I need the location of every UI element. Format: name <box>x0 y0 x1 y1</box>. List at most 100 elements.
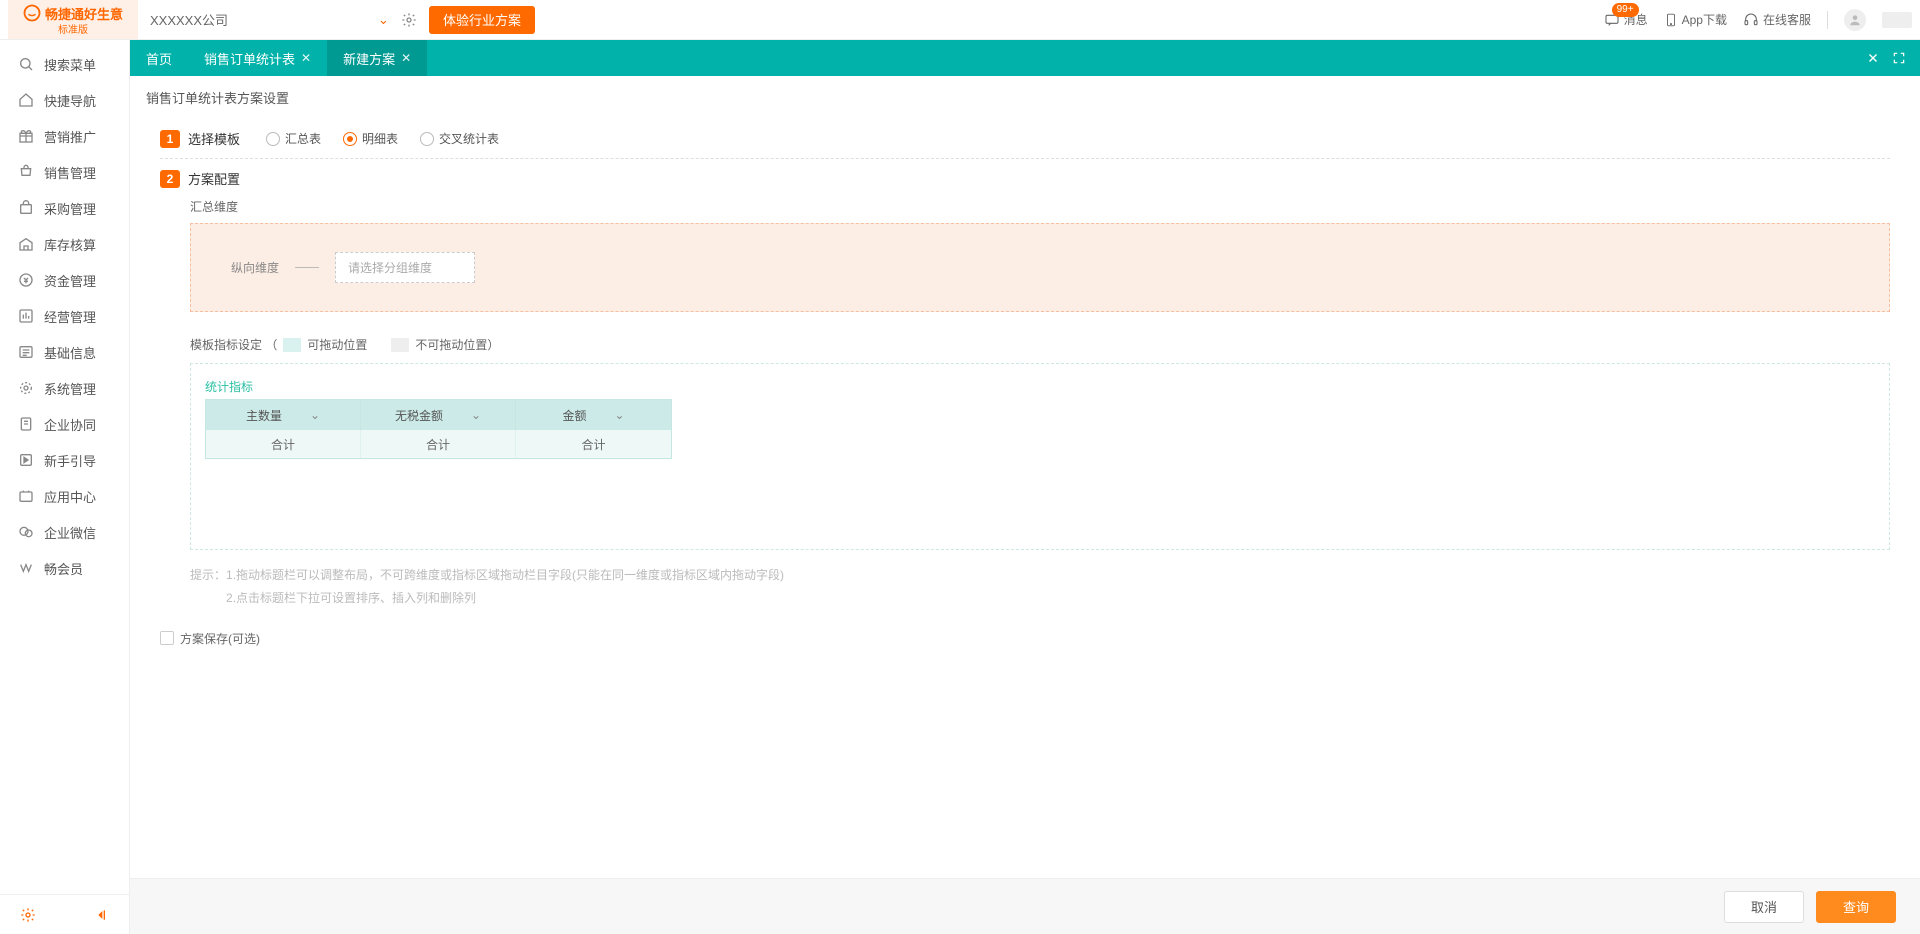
sidebar-label: 销售管理 <box>44 163 96 182</box>
sidebar-item-purchase[interactable]: 采购管理 <box>0 190 129 226</box>
sidebar-item-sales[interactable]: 销售管理 <box>0 154 129 190</box>
sidebar-item-collab[interactable]: 企业协同 <box>0 406 129 442</box>
search-icon <box>18 56 34 72</box>
tab-sales-stat[interactable]: 销售订单统计表✕ <box>188 40 327 76</box>
chevron-down-icon: ⌄ <box>378 12 389 28</box>
metric-col-amount[interactable]: 金额⌄ <box>516 400 671 430</box>
gift-icon <box>18 128 34 144</box>
metric-col-qty[interactable]: 主数量⌄ <box>206 400 361 430</box>
stat-metric-title: 统计指标 <box>205 378 1875 395</box>
step-1-label: 选择模板 <box>188 129 240 148</box>
online-service-button[interactable]: 在线客服 <box>1743 11 1811 28</box>
col-label: 无税金额 <box>395 407 443 424</box>
tip-prefix: 提示： <box>190 568 226 582</box>
sidebar-item-member[interactable]: 畅会员 <box>0 550 129 586</box>
sidebar-item-marketing[interactable]: 营销推广 <box>0 118 129 154</box>
gear-icon[interactable] <box>401 12 417 28</box>
sidebar-item-inventory[interactable]: 库存核算 <box>0 226 129 262</box>
company-select[interactable]: XXXXXX公司 ⌄ <box>150 10 389 29</box>
tab-new-scheme[interactable]: 新建方案 ✕ <box>327 40 427 76</box>
avatar[interactable] <box>1844 9 1866 31</box>
phone-icon <box>1664 12 1678 28</box>
dimension-box: 纵向维度 请选择分组维度 <box>190 223 1890 312</box>
message-button[interactable]: 99+ 消息 <box>1604 11 1648 28</box>
tab-home[interactable]: 首页 <box>130 40 188 76</box>
step-2-label: 方案配置 <box>188 169 240 188</box>
tab-label: 新建方案 <box>343 49 395 68</box>
sidebar-label: 快捷导航 <box>44 91 96 110</box>
headset-icon <box>1743 12 1759 28</box>
vip-icon <box>18 560 34 576</box>
query-button[interactable]: 查询 <box>1816 891 1896 923</box>
legend-draggable: 可拖动位置 <box>307 336 367 353</box>
logo[interactable]: 畅捷通好生意 标准版 <box>8 0 138 39</box>
legend-prefix: 模板指标设定 （ <box>190 336 277 353</box>
sidebar-item-wechat[interactable]: 企业微信 <box>0 514 129 550</box>
sidebar-item-operation[interactable]: 经营管理 <box>0 298 129 334</box>
doc-icon <box>18 416 34 432</box>
fullscreen-icon[interactable] <box>1892 51 1906 65</box>
close-all-icon[interactable] <box>1866 51 1880 65</box>
radio-detail[interactable]: 明细表 <box>343 130 398 147</box>
wechat-icon <box>18 524 34 540</box>
step-2-badge: 2 <box>160 170 180 188</box>
tab-bar: 首页 销售订单统计表✕ 新建方案 ✕ <box>130 40 1920 76</box>
radio-cross[interactable]: 交叉统计表 <box>420 130 499 147</box>
sidebar-item-basic-info[interactable]: 基础信息 <box>0 334 129 370</box>
dimension-select[interactable]: 请选择分组维度 <box>335 252 475 283</box>
summary-dim-label: 汇总维度 <box>190 198 1890 215</box>
radio-label: 汇总表 <box>285 130 321 147</box>
chevron-down-icon: ⌄ <box>310 408 320 422</box>
tab-label: 首页 <box>146 49 172 68</box>
dash <box>295 267 319 268</box>
tip-1: 1.拖动标题栏可以调整布局，不可跨维度或指标区域拖动栏目字段(只能在同一维度或指… <box>226 568 784 582</box>
tip-2: 2.点击标题栏下拉可设置排序、插入列和删除列 <box>226 591 476 605</box>
flag-icon <box>18 452 34 468</box>
sidebar-label: 应用中心 <box>44 487 96 506</box>
settings-icon[interactable] <box>20 907 36 923</box>
bag-icon <box>18 200 34 216</box>
sidebar: 搜索菜单 快捷导航 营销推广 销售管理 采购管理 库存核算 资金管理 经营管理 … <box>0 40 130 934</box>
chevron-down-icon: ⌄ <box>471 408 481 422</box>
vertical-dim-label: 纵向维度 <box>231 259 279 276</box>
sidebar-item-app-center[interactable]: 应用中心 <box>0 478 129 514</box>
radio-label: 交叉统计表 <box>439 130 499 147</box>
sidebar-label: 畅会员 <box>44 559 83 578</box>
sidebar-label: 企业协同 <box>44 415 96 434</box>
metric-box: 统计指标 主数量⌄ 无税金额⌄ 金额⌄ 合计 合计 <box>190 363 1890 550</box>
message-badge: 99+ <box>1612 3 1639 17</box>
tips: 提示：1.拖动标题栏可以调整布局，不可跨维度或指标区域拖动栏目字段(只能在同一维… <box>190 564 1890 610</box>
close-icon[interactable]: ✕ <box>401 51 411 65</box>
radio-label: 明细表 <box>362 130 398 147</box>
close-icon[interactable]: ✕ <box>301 51 311 65</box>
top-header: 畅捷通好生意 标准版 XXXXXX公司 ⌄ 体验行业方案 99+ 消息 App下… <box>0 0 1920 40</box>
sidebar-item-finance[interactable]: 资金管理 <box>0 262 129 298</box>
sidebar-label: 资金管理 <box>44 271 96 290</box>
app-download-label: App下载 <box>1682 11 1727 28</box>
cancel-button[interactable]: 取消 <box>1724 891 1804 923</box>
experience-button[interactable]: 体验行业方案 <box>429 6 535 34</box>
logo-icon <box>23 4 41 22</box>
coin-icon <box>18 272 34 288</box>
radio-summary[interactable]: 汇总表 <box>266 130 321 147</box>
total-cell: 合计 <box>361 430 516 458</box>
sidebar-item-quick-nav[interactable]: 快捷导航 <box>0 82 129 118</box>
total-cell: 合计 <box>516 430 671 458</box>
step-1-badge: 1 <box>160 130 180 148</box>
metric-col-amount-notax[interactable]: 无税金额 ⌄ <box>361 400 516 430</box>
home-icon <box>18 92 34 108</box>
collapse-icon[interactable] <box>93 907 109 923</box>
sidebar-label: 系统管理 <box>44 379 96 398</box>
sidebar-item-newbie[interactable]: 新手引导 <box>0 442 129 478</box>
company-name: XXXXXX公司 <box>150 10 228 29</box>
swatch-not-draggable <box>391 338 409 352</box>
col-label: 金额 <box>562 407 586 424</box>
user-name-placeholder[interactable] <box>1882 12 1912 28</box>
user-icon <box>1848 13 1862 27</box>
swatch-draggable <box>283 338 301 352</box>
sidebar-item-system[interactable]: 系统管理 <box>0 370 129 406</box>
sidebar-label: 搜索菜单 <box>44 55 96 74</box>
save-scheme-checkbox[interactable] <box>160 631 174 645</box>
sidebar-item-search-menu[interactable]: 搜索菜单 <box>0 46 129 82</box>
app-download-button[interactable]: App下载 <box>1664 11 1727 28</box>
